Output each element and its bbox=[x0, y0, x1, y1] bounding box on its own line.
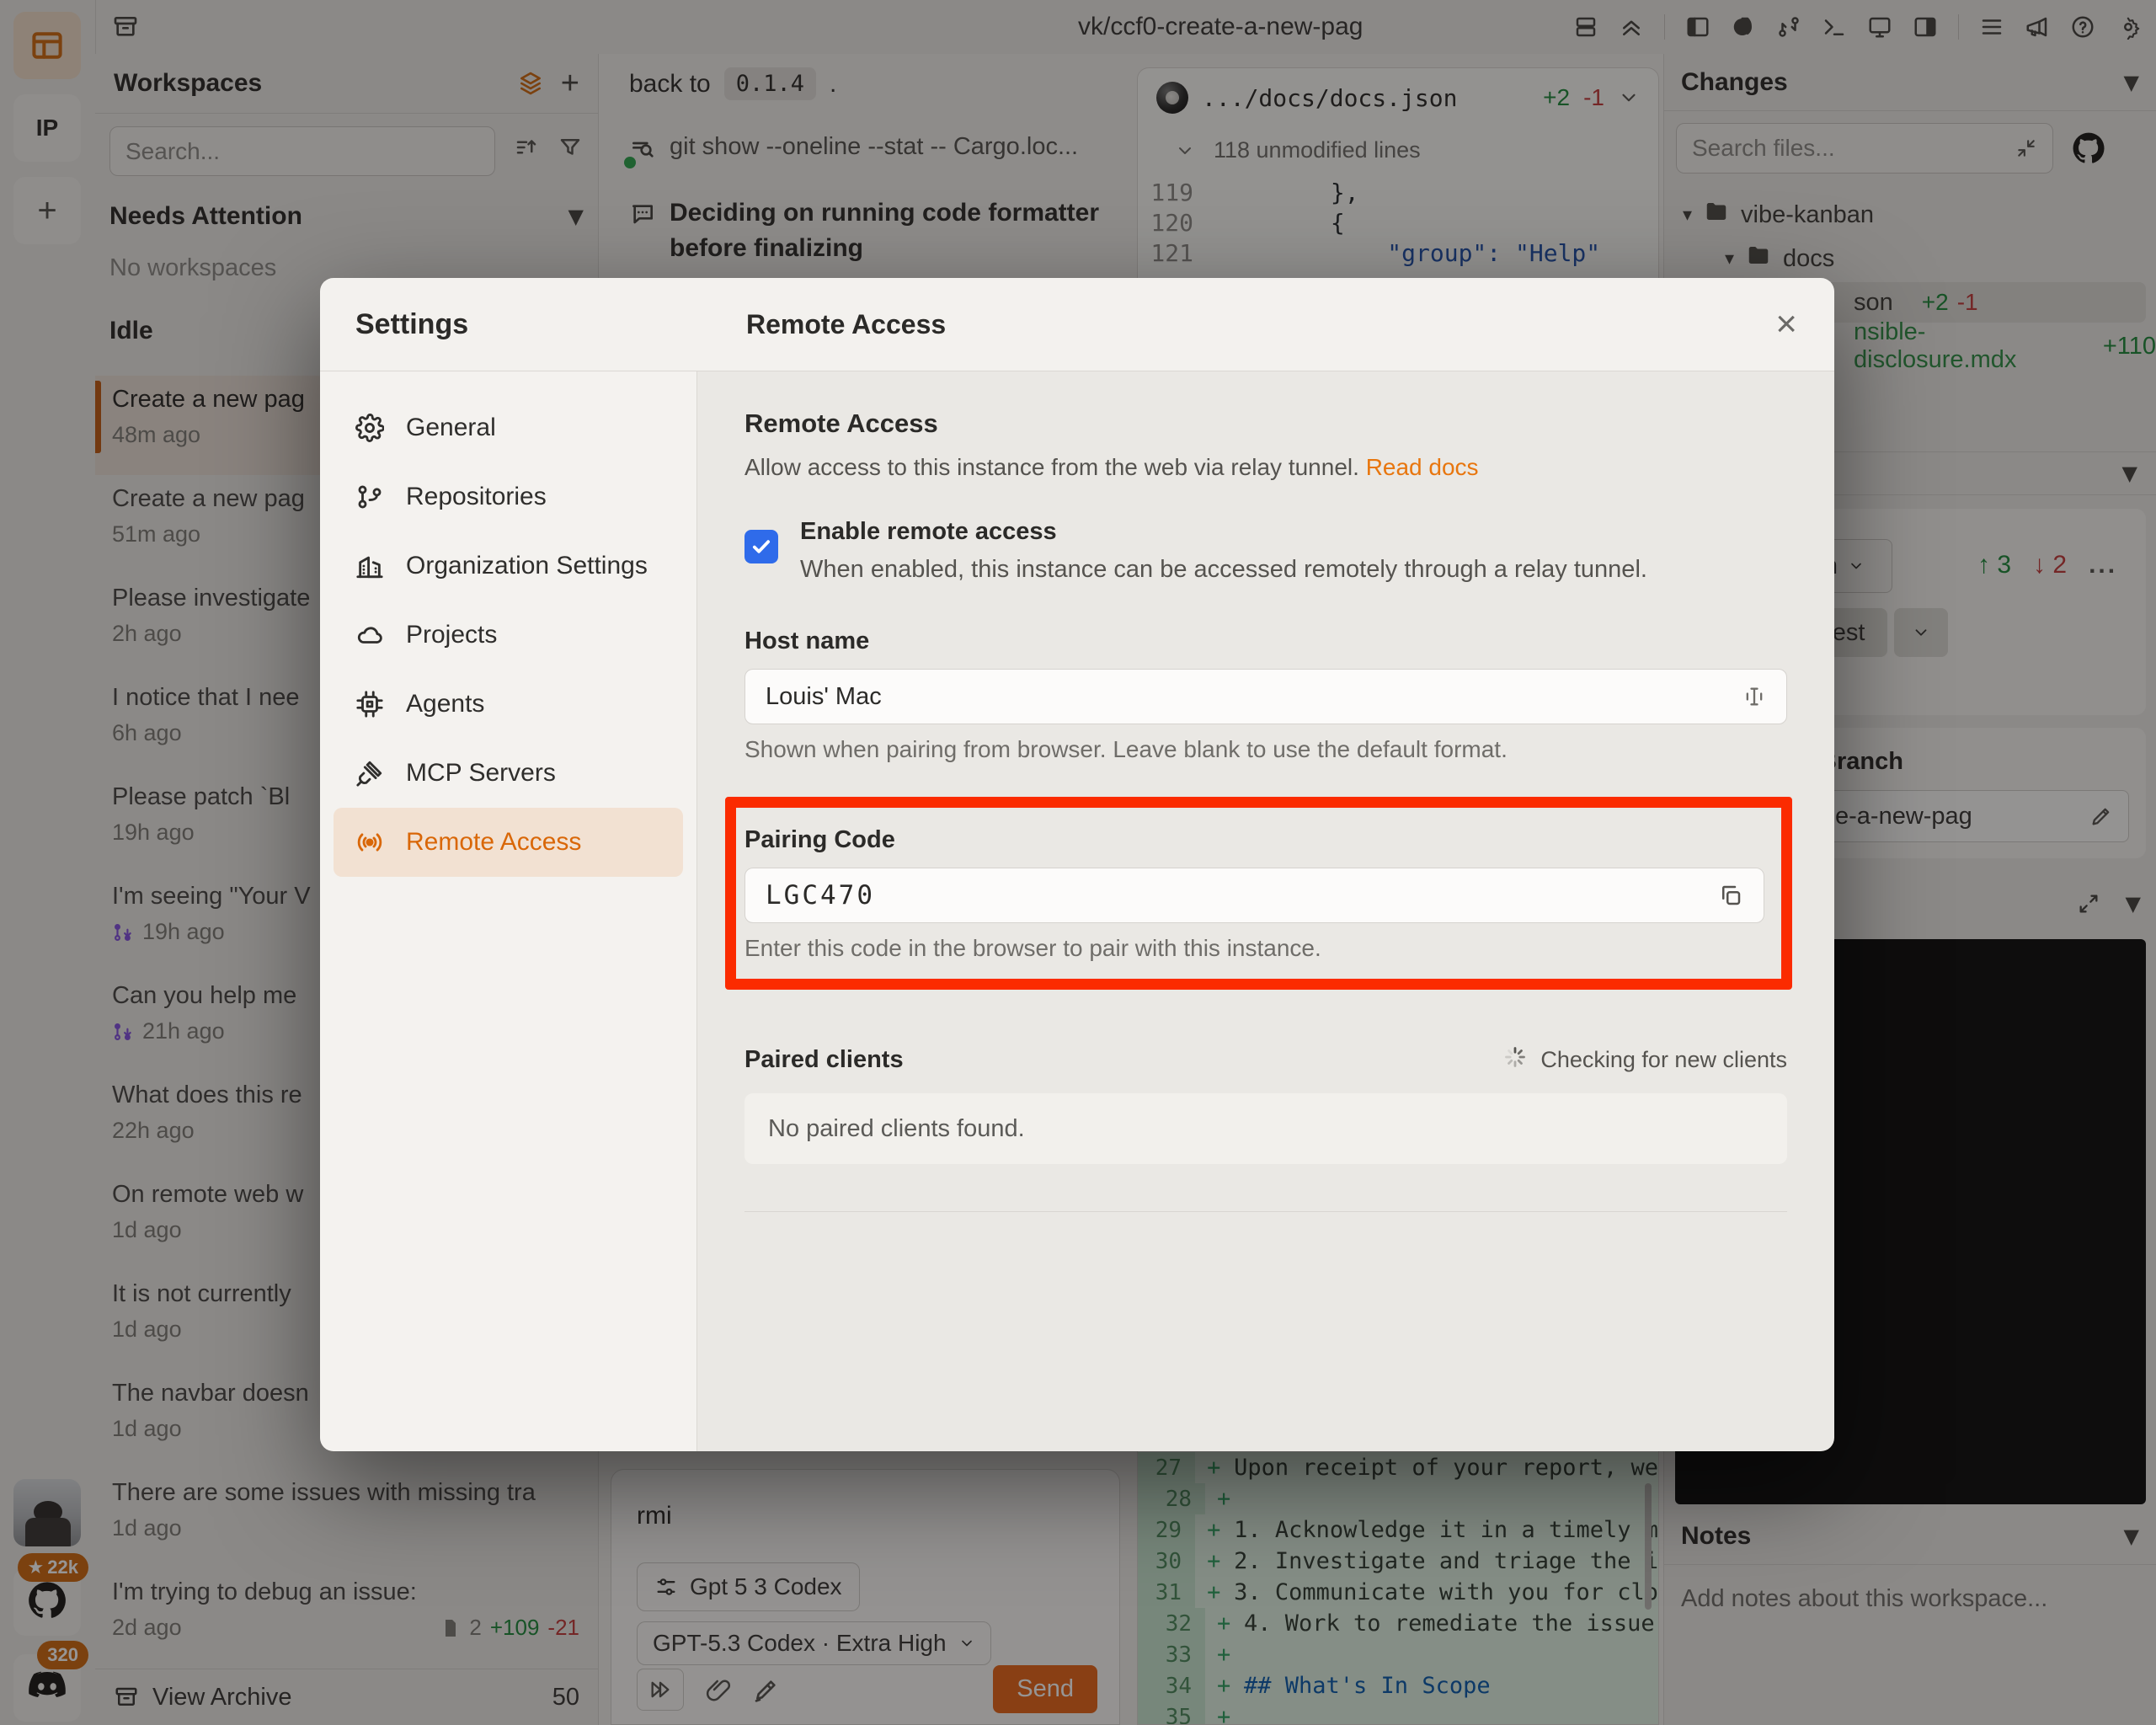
cpu-icon bbox=[355, 690, 384, 718]
nav-item-general[interactable]: General bbox=[320, 393, 696, 462]
copy-icon[interactable] bbox=[1718, 883, 1743, 908]
nav-label: Repositories bbox=[406, 483, 547, 511]
read-docs-link[interactable]: Read docs bbox=[1366, 454, 1479, 480]
settings-modal: Settings Remote Access × General Reposit… bbox=[320, 278, 1834, 1451]
enable-remote-access-description: When enabled, this instance can be acces… bbox=[800, 556, 1647, 584]
paired-clients-label: Paired clients bbox=[744, 1046, 904, 1074]
nav-label: MCP Servers bbox=[406, 759, 556, 788]
nav-item-organization-settings[interactable]: Organization Settings bbox=[320, 531, 696, 601]
spinner-icon bbox=[1503, 1045, 1527, 1075]
nav-label: Projects bbox=[406, 621, 497, 649]
pairing-code-input[interactable]: LGC470 bbox=[744, 868, 1764, 923]
host-name-value: Louis' Mac bbox=[766, 683, 882, 711]
remote-access-settings: Remote Access Allow access to this insta… bbox=[697, 371, 1834, 1451]
nav-label: General bbox=[406, 414, 496, 442]
pairing-code-highlight: Pairing Code LGC470 Enter this code in t… bbox=[725, 797, 1792, 990]
enable-remote-access-label: Enable remote access bbox=[800, 518, 1647, 546]
nav-label: Remote Access bbox=[406, 828, 581, 857]
pairing-code-value: LGC470 bbox=[766, 880, 875, 911]
divider bbox=[744, 1211, 1787, 1212]
modal-section-header: Remote Access bbox=[697, 309, 1775, 340]
section-description: Allow access to this instance from the w… bbox=[744, 454, 1359, 480]
plug-icon bbox=[355, 759, 384, 788]
nav-label: Organization Settings bbox=[406, 552, 648, 580]
app-window: vk/ccf0-create-a-new-pag IP + ★22k bbox=[0, 0, 2156, 1725]
modal-title: Settings bbox=[320, 308, 697, 341]
text-cursor-icon bbox=[1742, 685, 1766, 708]
checking-clients-status: Checking for new clients bbox=[1540, 1047, 1787, 1073]
git-branch-icon bbox=[355, 483, 384, 511]
broadcast-icon bbox=[355, 828, 384, 857]
host-name-label: Host name bbox=[744, 628, 1787, 655]
settings-nav: General Repositories Organization Settin… bbox=[320, 371, 697, 1451]
host-name-input[interactable]: Louis' Mac bbox=[744, 669, 1787, 724]
cloud-icon bbox=[355, 621, 384, 649]
nav-item-projects[interactable]: Projects bbox=[320, 601, 696, 670]
pairing-code-label: Pairing Code bbox=[744, 826, 1764, 854]
nav-item-repositories[interactable]: Repositories bbox=[320, 462, 696, 531]
nav-label: Agents bbox=[406, 690, 484, 718]
nav-item-agents[interactable]: Agents bbox=[320, 670, 696, 739]
nav-item-mcp-servers[interactable]: MCP Servers bbox=[320, 739, 696, 808]
gear-icon bbox=[355, 414, 384, 442]
host-name-help: Shown when pairing from browser. Leave b… bbox=[744, 736, 1787, 763]
pairing-code-help: Enter this code in the browser to pair w… bbox=[744, 935, 1764, 962]
building-icon bbox=[355, 552, 384, 580]
section-heading: Remote Access bbox=[744, 409, 1787, 439]
nav-item-remote-access[interactable]: Remote Access bbox=[334, 808, 683, 877]
close-icon[interactable]: × bbox=[1775, 306, 1797, 343]
enable-remote-access-checkbox[interactable] bbox=[744, 530, 778, 563]
no-paired-clients-card: No paired clients found. bbox=[744, 1093, 1787, 1164]
